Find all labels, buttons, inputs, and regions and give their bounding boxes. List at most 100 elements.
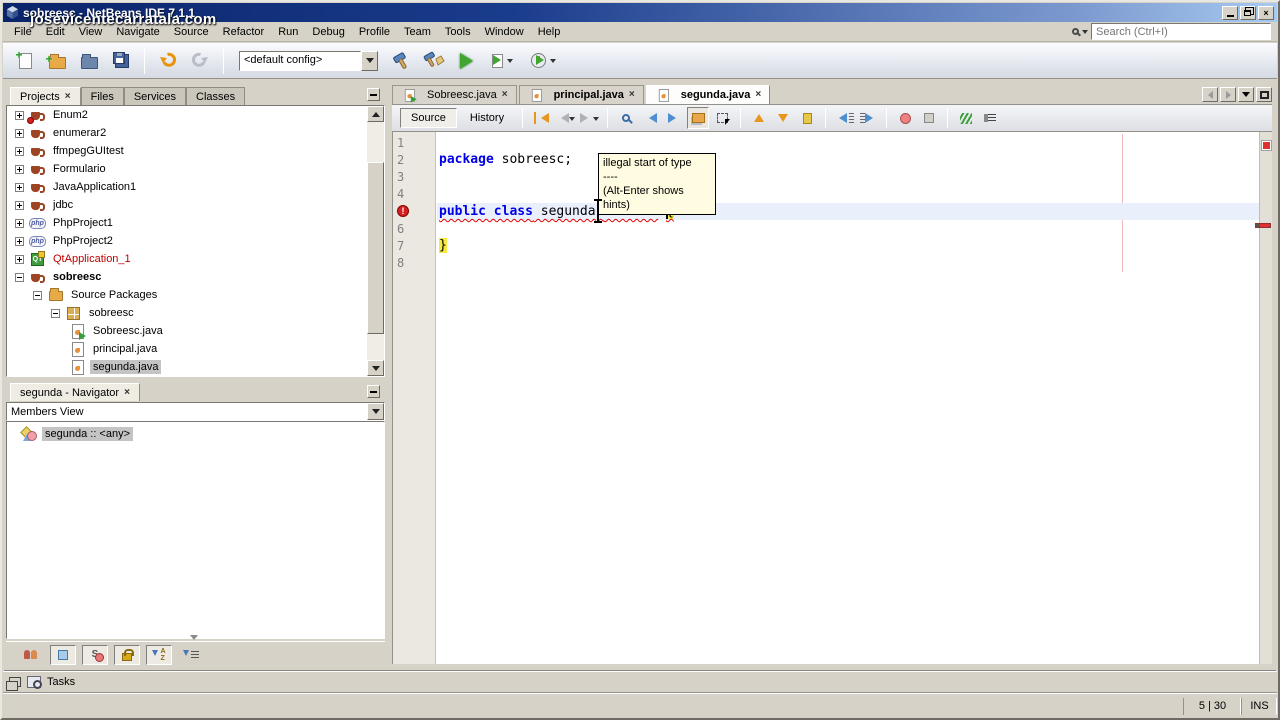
menu-window[interactable]: Window: [478, 23, 531, 41]
code-pane[interactable]: package sobreesc; public class segunda e…: [437, 132, 1259, 664]
tree-item-enumerar2[interactable]: enumerar2: [15, 124, 384, 142]
tree-item-principal-java[interactable]: principal.java: [54, 340, 384, 358]
undo-button[interactable]: [154, 47, 182, 75]
run-project-button[interactable]: [452, 47, 480, 75]
expand-icon[interactable]: [15, 182, 24, 192]
last-edit-location-button[interactable]: [530, 107, 552, 129]
menu-debug[interactable]: Debug: [305, 23, 351, 41]
tree-item-source-packages[interactable]: Source Packages: [33, 286, 384, 304]
close-button[interactable]: ×: [1258, 5, 1274, 20]
menu-run[interactable]: Run: [271, 23, 305, 41]
tree-item-formulario[interactable]: Formulario: [15, 160, 384, 178]
config-dropdown-button[interactable]: [361, 50, 378, 71]
tree-item-sobreesc-project[interactable]: sobreesc: [15, 268, 384, 286]
next-bookmark-button[interactable]: [772, 107, 794, 129]
clean-and-build-button[interactable]: [420, 47, 448, 75]
tree-item-phpproject1[interactable]: PhpProject1: [15, 214, 384, 232]
sort-alphabetically-button[interactable]: AZ: [146, 644, 172, 665]
menu-tools[interactable]: Tools: [438, 23, 478, 41]
collapse-icon[interactable]: [15, 272, 24, 282]
menu-profile[interactable]: Profile: [352, 23, 397, 41]
collapse-icon[interactable]: [51, 308, 60, 318]
tree-item-javaapplication1[interactable]: JavaApplication1: [15, 178, 384, 196]
expand-icon[interactable]: [15, 110, 24, 120]
back-button[interactable]: [554, 107, 576, 129]
projects-tree[interactable]: Enum2 enumerar2 ffmpegGUItest Formulario…: [6, 105, 385, 377]
restore-button[interactable]: [1240, 5, 1256, 20]
expand-icon[interactable]: [15, 164, 24, 174]
minimize-button[interactable]: [1222, 5, 1238, 20]
expand-icon[interactable]: [15, 200, 24, 210]
tab-classes[interactable]: Classes: [186, 87, 246, 105]
tab-files[interactable]: Files: [80, 87, 124, 105]
previous-occurrence-button[interactable]: [639, 107, 661, 129]
editor-gutter[interactable]: 1 2 3 4 ! 6 7 8: [393, 132, 436, 664]
debug-project-button[interactable]: [484, 47, 520, 75]
comment-button[interactable]: [955, 107, 977, 129]
minimize-navigator-panel-button[interactable]: [367, 385, 380, 398]
opened-documents-dropdown-button[interactable]: [1238, 87, 1254, 102]
show-non-public-button[interactable]: [114, 644, 140, 665]
show-inherited-button[interactable]: [18, 645, 44, 665]
editor-tab-segunda[interactable]: segunda.java ×: [645, 85, 771, 104]
source-view-button[interactable]: Source: [400, 108, 457, 128]
tree-item-qtapplication1[interactable]: QtApplication_1: [15, 250, 384, 268]
maximize-editor-button[interactable]: [1256, 87, 1272, 102]
show-static-button[interactable]: S: [82, 644, 108, 665]
tab-navigator[interactable]: segunda - Navigator ×: [10, 383, 140, 401]
close-icon[interactable]: ×: [124, 387, 130, 397]
tree-scrollbar[interactable]: [367, 106, 384, 376]
scroll-tabs-left-button[interactable]: [1202, 87, 1218, 102]
toggle-bookmark-button[interactable]: [796, 107, 818, 129]
tree-item-sobreesc-package[interactable]: sobreesc: [51, 304, 384, 322]
toggle-highlight-button[interactable]: [687, 107, 710, 129]
menu-help[interactable]: Help: [531, 23, 568, 41]
expand-icon[interactable]: [15, 254, 24, 264]
tasks-label[interactable]: Tasks: [47, 676, 75, 688]
tree-item-sobreesc-java[interactable]: Sobreesc.java: [54, 322, 384, 340]
close-icon[interactable]: ×: [629, 90, 635, 100]
scroll-tabs-right-button[interactable]: [1220, 87, 1236, 102]
save-all-button[interactable]: [107, 47, 135, 75]
tree-item-segunda-java[interactable]: segunda.java: [54, 358, 384, 376]
scrollbar-thumb[interactable]: [367, 162, 384, 334]
new-file-button[interactable]: +: [11, 47, 39, 75]
navigator-item-segunda[interactable]: segunda :: <any>: [21, 425, 384, 443]
shift-line-left-button[interactable]: [833, 107, 855, 129]
editor-tab-principal[interactable]: principal.java ×: [518, 85, 644, 104]
profile-dropdown-icon[interactable]: [549, 59, 556, 66]
tree-item-ffmpeggui[interactable]: ffmpegGUItest: [15, 142, 384, 160]
tree-item-jdbc[interactable]: jdbc: [15, 196, 384, 214]
previous-bookmark-button[interactable]: [748, 107, 770, 129]
config-selector[interactable]: <default config>: [239, 50, 378, 71]
expand-icon[interactable]: [15, 218, 24, 228]
shift-line-right-button[interactable]: [857, 107, 879, 129]
minimize-projects-panel-button[interactable]: [367, 88, 380, 101]
redo-button[interactable]: [186, 47, 214, 75]
close-icon[interactable]: ×: [502, 90, 508, 100]
show-fields-button[interactable]: [50, 644, 76, 665]
forward-button[interactable]: [578, 107, 600, 129]
close-icon[interactable]: ×: [65, 91, 71, 101]
menu-refactor[interactable]: Refactor: [216, 23, 272, 41]
search-input[interactable]: [1091, 23, 1271, 40]
expand-icon[interactable]: [15, 146, 24, 156]
navigator-view-selector[interactable]: Members View: [6, 402, 385, 421]
tab-projects[interactable]: Projects ×: [10, 87, 81, 105]
start-macro-recording-button[interactable]: [894, 107, 916, 129]
editor-tab-sobreesc[interactable]: Sobreesc.java ×: [392, 85, 517, 104]
profile-project-button[interactable]: [524, 47, 562, 75]
error-stripe[interactable]: [1255, 132, 1272, 664]
menu-team[interactable]: Team: [397, 23, 438, 41]
scroll-up-button[interactable]: [367, 106, 384, 122]
open-project-button[interactable]: [75, 47, 103, 75]
scroll-down-button[interactable]: [367, 360, 384, 376]
new-project-button[interactable]: +: [43, 47, 71, 75]
close-icon[interactable]: ×: [755, 90, 761, 100]
code-editor[interactable]: 1 2 3 4 ! 6 7 8 package sobreesc; public…: [392, 132, 1272, 664]
debug-dropdown-icon[interactable]: [506, 59, 513, 66]
collapse-icon[interactable]: [33, 290, 42, 300]
expand-icon[interactable]: [15, 236, 24, 246]
tree-item-phpproject2[interactable]: PhpProject2: [15, 232, 384, 250]
window-group-icon[interactable]: [6, 677, 21, 691]
